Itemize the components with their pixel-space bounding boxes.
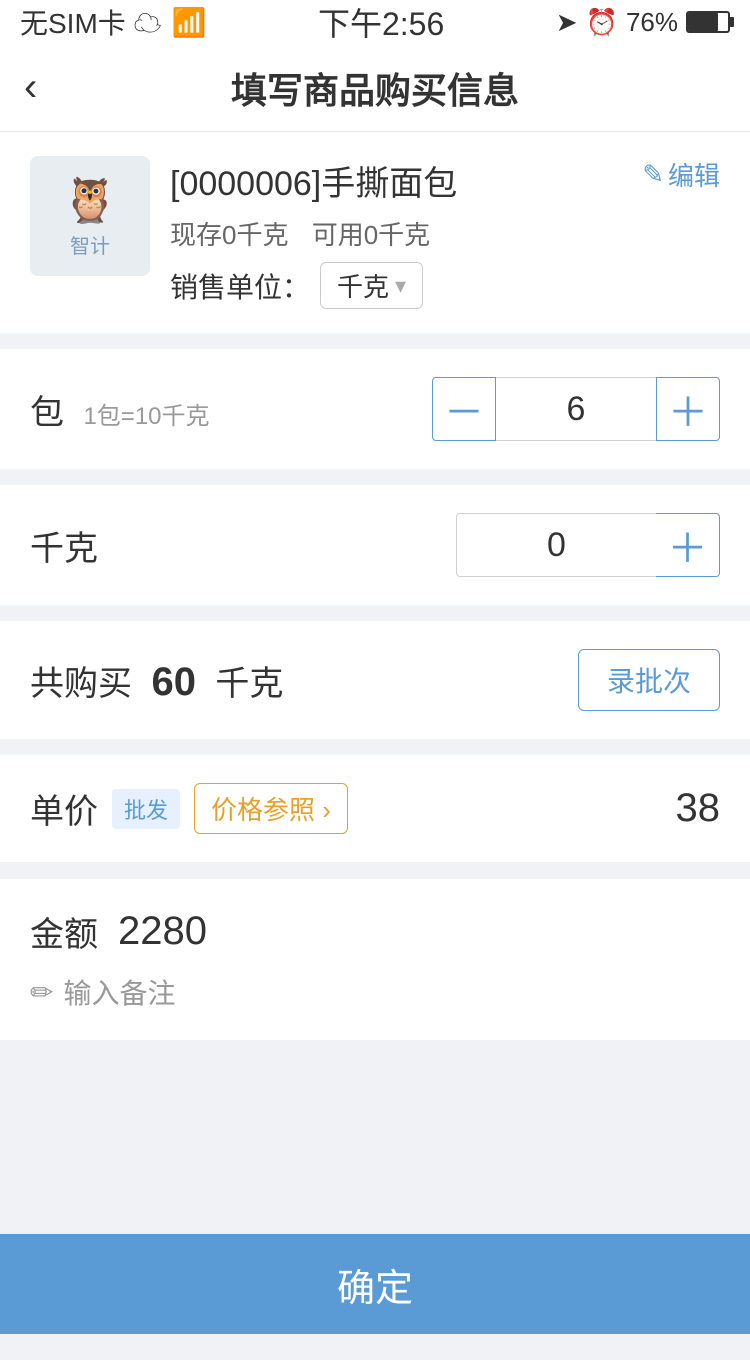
status-time: 下午2:56 <box>318 0 444 45</box>
bao-qty-control: － ＋ <box>432 377 720 441</box>
price-row: 单价 批发 价格参照 › 38 <box>0 755 750 863</box>
page-title: 填写商品购买信息 <box>231 62 519 114</box>
location-icon: ➤ <box>556 7 578 38</box>
amount-row: 金额 2280 <box>30 907 720 956</box>
product-actions: ✎ 编辑 <box>642 156 720 193</box>
amount-section: 金额 2280 ✏ 输入备注 <box>0 879 750 1040</box>
amount-label: 金额 <box>30 907 98 956</box>
kg-plus-button[interactable]: ＋ <box>656 513 720 577</box>
product-image: 🦉 智计 <box>30 156 150 276</box>
alarm-icon: ⏰ <box>586 7 618 38</box>
bao-hint: 1包=10千克 <box>83 403 209 430</box>
price-section: 单价 批发 价格参照 › 38 <box>0 755 750 863</box>
stock-label: 现存0千克 <box>170 220 288 250</box>
unit-label: 销售单位： <box>170 266 310 306</box>
summary-text: 共购买 60 千克 <box>30 656 283 705</box>
status-right: ➤ ⏰ 76% <box>556 7 730 38</box>
summary-qty: 60 <box>151 660 196 704</box>
amount-value: 2280 <box>118 909 207 954</box>
back-button[interactable]: ‹ <box>24 65 37 110</box>
battery-label: 76% <box>626 7 678 38</box>
status-bar: 无SIM卡 ☁ 📶 下午2:56 ➤ ⏰ 76% <box>0 0 750 44</box>
price-label: 单价 <box>30 784 98 833</box>
bao-qty-input[interactable] <box>496 377 656 441</box>
owl-icon: 🦉 <box>63 174 118 226</box>
confirm-label: 确定 <box>337 1257 413 1312</box>
product-info: [0000006]手撕面包 现存0千克 可用0千克 销售单位： 千克 ▾ <box>170 156 622 309</box>
bao-label: 包 1包=10千克 <box>30 385 432 434</box>
note-placeholder: 输入备注 <box>63 972 175 1012</box>
kg-qty-input[interactable] <box>456 513 656 577</box>
dropdown-arrow-icon: ▾ <box>395 273 406 299</box>
status-left: 无SIM卡 ☁ 📶 <box>20 2 206 42</box>
price-value: 38 <box>676 786 721 831</box>
edit-button[interactable]: ✎ 编辑 <box>642 156 720 193</box>
product-logo: 🦉 智计 <box>63 174 118 259</box>
kg-qty-control: ＋ <box>456 513 720 577</box>
logo-label: 智计 <box>70 230 110 259</box>
no-sim-label: 无SIM卡 ☁ <box>20 2 162 42</box>
battery-icon <box>686 11 730 33</box>
summary-section: 共购买 60 千克 录批次 <box>0 621 750 739</box>
edit-label: 编辑 <box>668 156 720 193</box>
bao-minus-button[interactable]: － <box>432 377 496 441</box>
product-stock: 现存0千克 可用0千克 <box>170 215 622 252</box>
product-card: 🦉 智计 [0000006]手撕面包 现存0千克 可用0千克 销售单位： 千克 … <box>0 132 750 333</box>
unit-row: 销售单位： 千克 ▾ <box>170 262 622 309</box>
nav-bar: ‹ 填写商品购买信息 <box>0 44 750 132</box>
price-ref-button[interactable]: 价格参照 › <box>194 783 348 834</box>
bao-plus-button[interactable]: ＋ <box>656 377 720 441</box>
kg-row: 千克 ＋ <box>0 485 750 605</box>
summary-row: 共购买 60 千克 录批次 <box>30 621 720 739</box>
confirm-bar[interactable]: 确定 <box>0 1234 750 1334</box>
unit-dropdown[interactable]: 千克 ▾ <box>320 262 423 309</box>
batch-record-button[interactable]: 录批次 <box>578 649 720 711</box>
note-row[interactable]: ✏ 输入备注 <box>30 972 720 1012</box>
bao-row: 包 1包=10千克 － ＋ <box>0 349 750 469</box>
bao-section: 包 1包=10千克 － ＋ <box>0 349 750 469</box>
kg-section: 千克 ＋ <box>0 485 750 605</box>
product-name: [0000006]手撕面包 <box>170 156 622 205</box>
unit-value: 千克 <box>337 267 389 304</box>
kg-label: 千克 <box>30 521 456 570</box>
edit-icon: ✎ <box>642 159 664 190</box>
price-tag: 批发 <box>112 789 180 829</box>
available-label: 可用0千克 <box>312 220 430 250</box>
note-icon: ✏ <box>30 976 53 1009</box>
wifi-icon: 📶 <box>172 6 207 39</box>
